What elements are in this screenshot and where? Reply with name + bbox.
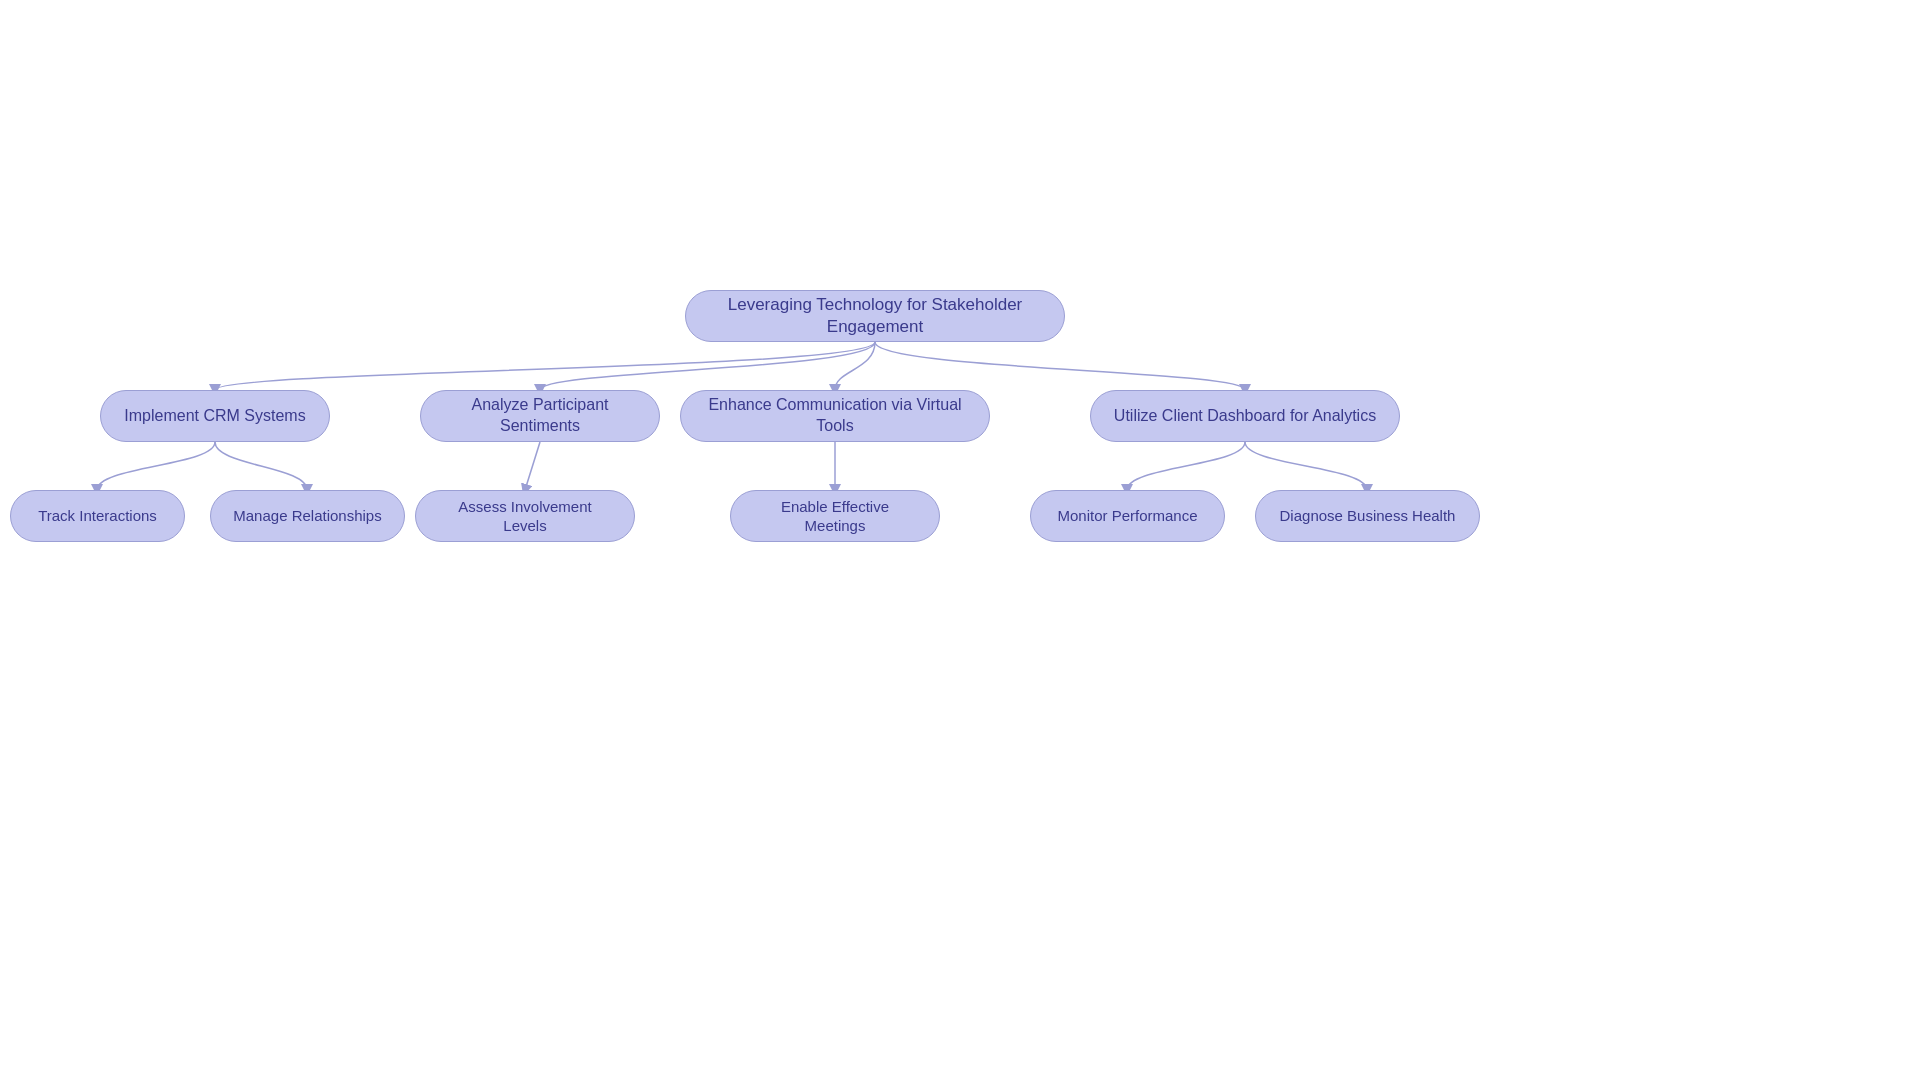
diagram-container: Leveraging Technology for Stakeholder En… xyxy=(0,0,1920,1083)
virtual-node: Enhance Communication via Virtual Tools xyxy=(680,390,990,442)
crm-node: Implement CRM Systems xyxy=(100,390,330,442)
track-node: Track Interactions xyxy=(10,490,185,542)
diagnose-node: Diagnose Business Health xyxy=(1255,490,1480,542)
root-node: Leveraging Technology for Stakeholder En… xyxy=(685,290,1065,342)
manage-node: Manage Relationships xyxy=(210,490,405,542)
sentiments-node: Analyze Participant Sentiments xyxy=(420,390,660,442)
assess-node: Assess Involvement Levels xyxy=(415,490,635,542)
dashboard-node: Utilize Client Dashboard for Analytics xyxy=(1090,390,1400,442)
monitor-node: Monitor Performance xyxy=(1030,490,1225,542)
meetings-node: Enable Effective Meetings xyxy=(730,490,940,542)
